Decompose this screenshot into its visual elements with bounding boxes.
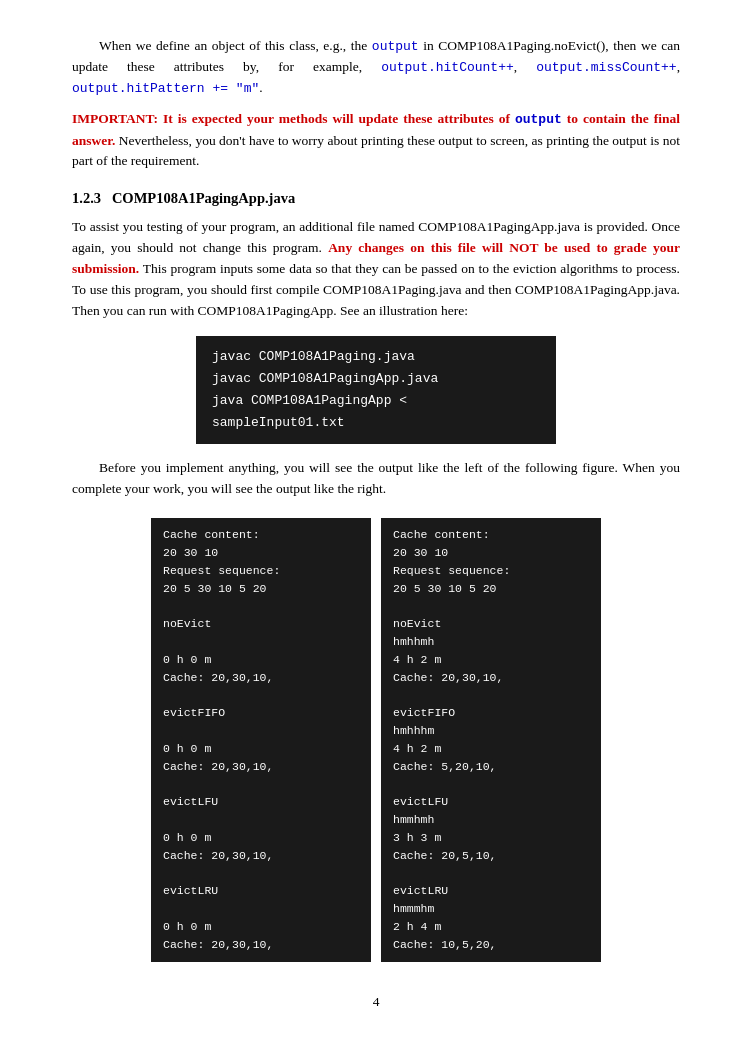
right-evictfifo: evictFIFO xyxy=(393,704,589,722)
right-spacer-3 xyxy=(393,776,589,794)
left-spacer-3 xyxy=(163,687,359,705)
right-line-4: 20 5 30 10 5 20 xyxy=(393,580,589,598)
intro-paragraph: When we define an object of this class, … xyxy=(72,36,680,99)
right-cache-3: Cache: 20,5,10, xyxy=(393,847,589,865)
code-hitcount: output.hitCount++ xyxy=(381,60,514,75)
period-1: . xyxy=(259,80,262,95)
right-line-3: Request sequence: xyxy=(393,562,589,580)
page-number: 4 xyxy=(373,994,380,1010)
right-hmhhmh: hmhhmh xyxy=(393,633,589,651)
section-heading-123: 1.2.3 COMP108A1PagingApp.java xyxy=(72,190,680,207)
right-hmmmhm: hmmmhm xyxy=(393,900,589,918)
section-number: 1.2.3 xyxy=(72,190,101,206)
left-hm-1: 0 h 0 m xyxy=(163,651,359,669)
right-cache-4: Cache: 10,5,20, xyxy=(393,936,589,954)
right-spacer-4 xyxy=(393,865,589,883)
right-hm-2: 4 h 2 m xyxy=(393,740,589,758)
right-line-1: Cache content: xyxy=(393,526,589,544)
before-figure-para: Before you implement anything, you will … xyxy=(72,458,680,500)
important-paragraph: IMPORTANT: It is expected your methods w… xyxy=(72,109,680,172)
right-cache-2: Cache: 5,20,10, xyxy=(393,758,589,776)
left-spacer-7 xyxy=(163,865,359,883)
left-cache-1: Cache: 20,30,10, xyxy=(163,669,359,687)
left-hm-4: 0 h 0 m xyxy=(163,918,359,936)
section-title: COMP108A1PagingApp.java xyxy=(112,190,295,206)
comma-2: , xyxy=(677,59,680,74)
left-spacer-4 xyxy=(163,722,359,740)
right-terminal: Cache content: 20 30 10 Request sequence… xyxy=(381,518,601,962)
code-line-3: java COMP108A1PagingApp < sampleInput01.… xyxy=(212,390,540,434)
right-cache-1: Cache: 20,30,10, xyxy=(393,669,589,687)
left-line-4: 20 5 30 10 5 20 xyxy=(163,580,359,598)
left-line-2: 20 30 10 xyxy=(163,544,359,562)
important-rest: Nevertheless, you don't have to worry ab… xyxy=(72,133,680,169)
code-line-1: javac COMP108A1Paging.java xyxy=(212,346,540,368)
code-block: javac COMP108A1Paging.java javac COMP108… xyxy=(196,336,556,444)
document-page: When we define an object of this class, … xyxy=(0,0,752,1039)
right-spacer-2 xyxy=(393,687,589,705)
right-spacer-1 xyxy=(393,597,589,615)
left-noevict: noEvict xyxy=(163,615,359,633)
left-spacer-2 xyxy=(163,633,359,651)
left-spacer-1 xyxy=(163,597,359,615)
left-cache-3: Cache: 20,30,10, xyxy=(163,847,359,865)
right-hm-4: 2 h 4 m xyxy=(393,918,589,936)
left-cache-4: Cache: 20,30,10, xyxy=(163,936,359,954)
output-keyword-1: output xyxy=(372,39,419,54)
right-hmmhmh: hmmhmh xyxy=(393,811,589,829)
code-hitpattern: output.hitPattern += "m" xyxy=(72,81,259,96)
left-terminal: Cache content: 20 30 10 Request sequence… xyxy=(151,518,371,962)
left-line-3: Request sequence: xyxy=(163,562,359,580)
code-line-2: javac COMP108A1PagingApp.java xyxy=(212,368,540,390)
left-spacer-8 xyxy=(163,900,359,918)
left-line-1: Cache content: xyxy=(163,526,359,544)
left-evictlru: evictLRU xyxy=(163,882,359,900)
right-noevict: noEvict xyxy=(393,615,589,633)
left-cache-2: Cache: 20,30,10, xyxy=(163,758,359,776)
right-evictlfu: evictLFU xyxy=(393,793,589,811)
left-hm-2: 0 h 0 m xyxy=(163,740,359,758)
left-evictlfu: evictLFU xyxy=(163,793,359,811)
section-para-1-end: This program inputs some data so that th… xyxy=(72,261,680,318)
comma-1: , xyxy=(514,59,536,74)
terminal-area: Cache content: 20 30 10 Request sequence… xyxy=(72,518,680,962)
left-spacer-5 xyxy=(163,776,359,794)
section-para-1: To assist you testing of your program, a… xyxy=(72,217,680,322)
right-line-2: 20 30 10 xyxy=(393,544,589,562)
intro-text-1: When we define an object of this class, … xyxy=(99,38,372,53)
left-evictfifo: evictFIFO xyxy=(163,704,359,722)
code-misscount: output.missCount++ xyxy=(536,60,676,75)
right-hm-3: 3 h 3 m xyxy=(393,829,589,847)
left-hm-3: 0 h 0 m xyxy=(163,829,359,847)
right-hmhhhm: hmhhhm xyxy=(393,722,589,740)
right-evictlru: evictLRU xyxy=(393,882,589,900)
right-hm-1: 4 h 2 m xyxy=(393,651,589,669)
left-spacer-6 xyxy=(163,811,359,829)
